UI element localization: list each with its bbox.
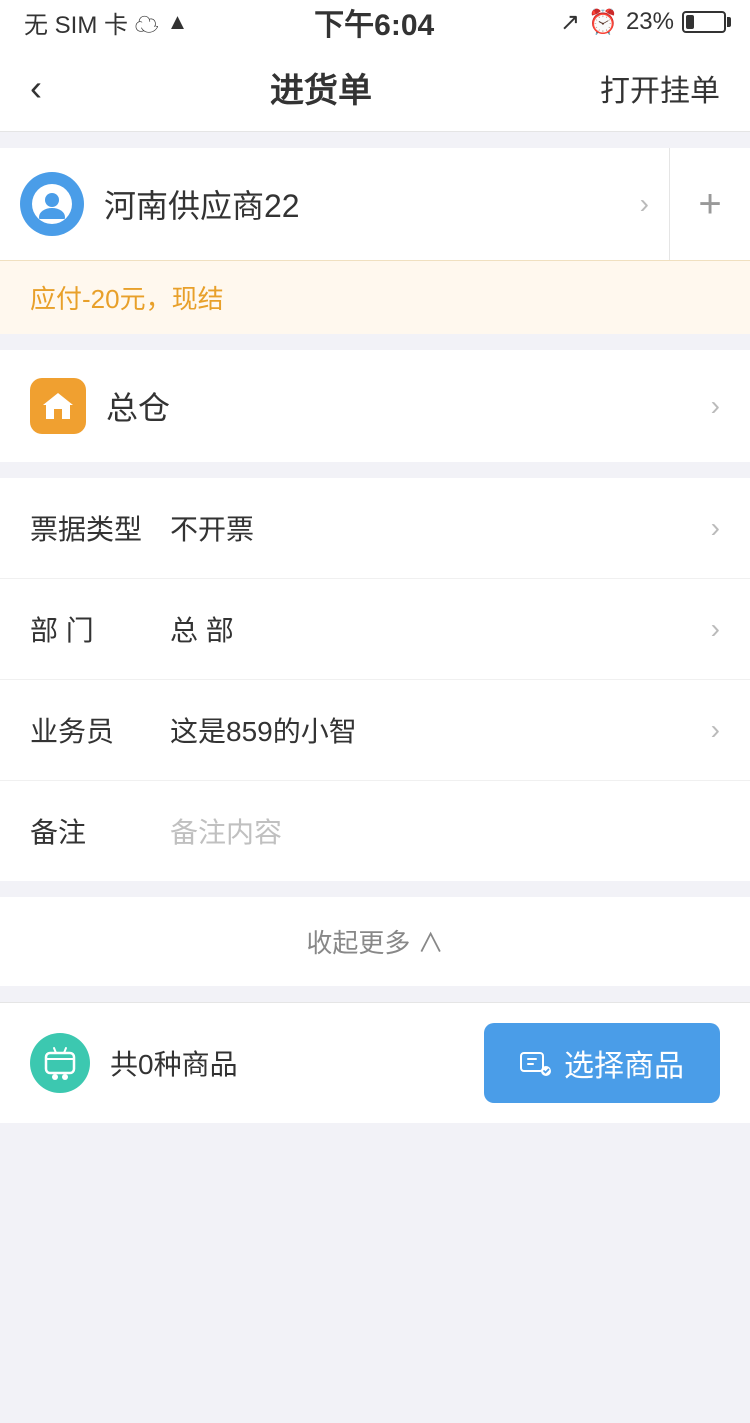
- battery-icon: [682, 11, 726, 33]
- section-divider-1: [0, 132, 750, 148]
- product-count: 共0种商品: [110, 1043, 484, 1083]
- home-icon: [41, 389, 75, 423]
- invoice-type-value: 不开票: [170, 508, 701, 548]
- bottom-area: [0, 1123, 750, 1423]
- supplier-selector[interactable]: 河南供应商22 ›: [0, 148, 670, 260]
- warehouse-icon: [30, 378, 86, 434]
- location-icon: ↗: [560, 8, 580, 37]
- page-title: 进货单: [270, 63, 372, 112]
- department-row[interactable]: 部 门 总 部 ›: [0, 579, 750, 680]
- product-cart-icon: [30, 1033, 90, 1093]
- invoice-type-label: 票据类型: [30, 508, 150, 548]
- collapse-row[interactable]: 收起更多 ∧: [0, 897, 750, 986]
- section-divider-3: [0, 462, 750, 478]
- warehouse-section: 总仓 ›: [0, 350, 750, 462]
- department-label: 部 门: [30, 609, 150, 649]
- cart-icon: [42, 1045, 78, 1081]
- warehouse-chevron-icon: ›: [711, 390, 720, 422]
- notice-banner: 应付-20元，现结: [0, 260, 750, 334]
- department-value: 总 部: [170, 609, 701, 649]
- salesperson-row[interactable]: 业务员 这是859的小智 ›: [0, 680, 750, 781]
- remark-label: 备注: [30, 811, 150, 851]
- nav-bar: ‹ 进货单 打开挂单: [0, 44, 750, 132]
- status-bar: 无 SIM 卡 ☁ ▲ 下午6:04 ↗ ⏰ 23%: [0, 0, 750, 44]
- salesperson-label: 业务员: [30, 710, 150, 750]
- supplier-chevron-icon: ›: [640, 188, 649, 220]
- product-bar: 共0种商品 选择商品: [0, 1002, 750, 1123]
- status-time: 下午6:04: [314, 0, 434, 44]
- salesperson-chevron-icon: ›: [711, 714, 720, 746]
- status-right: ↗ ⏰ 23%: [560, 8, 726, 37]
- supplier-avatar: [20, 172, 84, 236]
- person-icon: [37, 189, 67, 219]
- warehouse-name: 总仓: [106, 383, 701, 429]
- section-divider-2: [0, 334, 750, 350]
- invoice-type-chevron-icon: ›: [711, 512, 720, 544]
- wifi-icon: ▲: [167, 9, 189, 35]
- select-product-label: 选择商品: [564, 1041, 684, 1085]
- add-supplier-button[interactable]: +: [670, 148, 750, 260]
- warehouse-selector[interactable]: 总仓 ›: [0, 350, 750, 462]
- supplier-avatar-inner: [32, 184, 72, 224]
- open-hold-button[interactable]: 打开挂单: [600, 66, 720, 110]
- remark-row[interactable]: 备注 备注内容: [0, 781, 750, 881]
- back-button[interactable]: ‹: [30, 67, 42, 109]
- section-divider-5: [0, 986, 750, 1002]
- salesperson-value: 这是859的小智: [170, 710, 701, 750]
- supplier-name: 河南供应商22: [104, 181, 630, 227]
- department-chevron-icon: ›: [711, 613, 720, 645]
- notice-text: 应付-20元，现结: [30, 284, 224, 314]
- sim-status: 无 SIM 卡 ☁: [24, 5, 159, 40]
- section-divider-4: [0, 881, 750, 897]
- alarm-icon: ⏰: [588, 8, 618, 37]
- supplier-section: 河南供应商22 › +: [0, 148, 750, 260]
- collapse-label: 收起更多 ∧: [306, 923, 443, 960]
- select-product-button[interactable]: 选择商品: [484, 1023, 720, 1103]
- status-left: 无 SIM 卡 ☁ ▲: [24, 5, 188, 40]
- invoice-type-row[interactable]: 票据类型 不开票 ›: [0, 478, 750, 579]
- battery-percent: 23%: [626, 8, 674, 36]
- form-section: 票据类型 不开票 › 部 门 总 部 › 业务员 这是859的小智 › 备注 备…: [0, 478, 750, 881]
- select-product-icon: [520, 1049, 552, 1077]
- remark-input[interactable]: 备注内容: [170, 811, 720, 851]
